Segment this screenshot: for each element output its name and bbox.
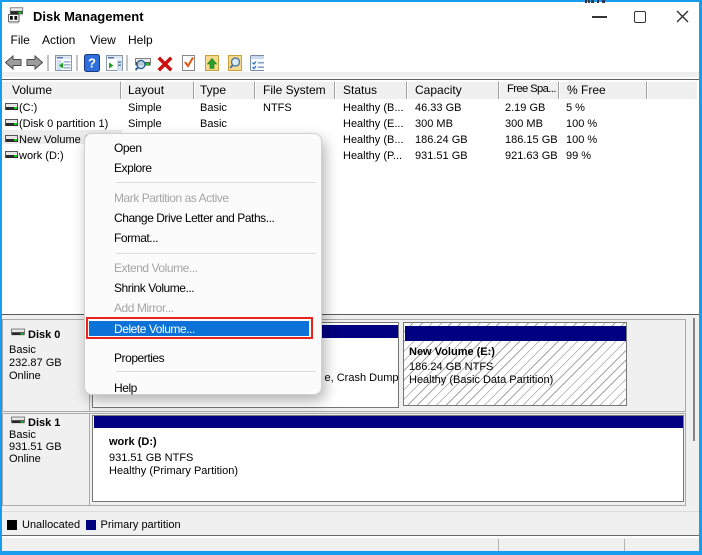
svg-text:?: ? (88, 56, 96, 71)
